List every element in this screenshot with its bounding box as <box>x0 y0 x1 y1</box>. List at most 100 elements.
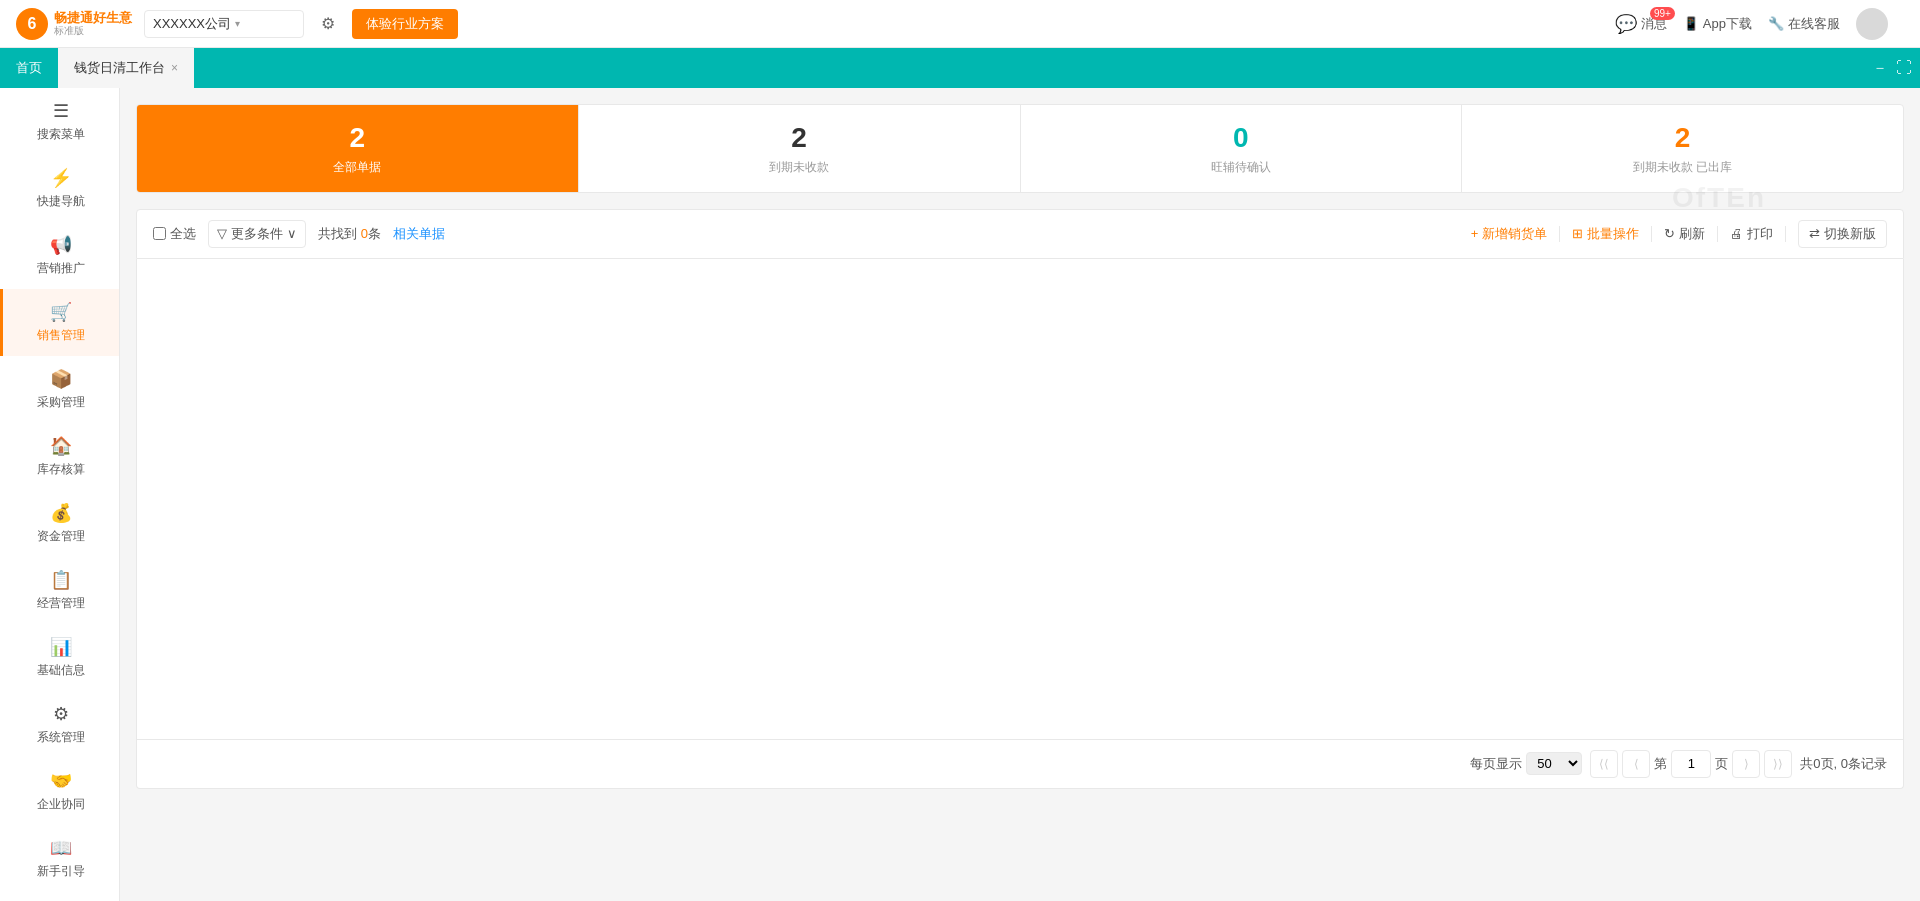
experience-button[interactable]: 体验行业方案 <box>352 9 458 39</box>
tab-workbench[interactable]: 钱货日清工作台 × <box>58 48 194 88</box>
more-filter-button[interactable]: ▽ 更多条件 ∨ <box>208 220 306 248</box>
stat-wangfu-number: 0 <box>1041 121 1442 155</box>
company-selector[interactable]: XXXXXX公司 ▾ <box>144 10 304 38</box>
stat-card-shipped[interactable]: 2 到期未收款 已出库 <box>1462 105 1903 192</box>
page-size-select[interactable]: 20 50 100 <box>1526 752 1582 775</box>
toolbar: 全选 ▽ 更多条件 ∨ 共找到 0条 相关单据 + 新增销货单 ⊞ 批量操作 ↻… <box>136 209 1904 259</box>
stat-overdue-number: 2 <box>599 121 1000 155</box>
sidebar-item-guide-label: 新手引导 <box>37 863 85 880</box>
sidebar-item-enterprise[interactable]: 🤝 企业协同 <box>0 758 119 825</box>
sidebar-item-operations[interactable]: 📋 经营管理 <box>0 557 119 624</box>
stat-wangfu-label: 旺辅待确认 <box>1041 159 1442 176</box>
toolbar-right: + 新增销货单 ⊞ 批量操作 ↻ 刷新 🖨 打印 ⇄ 切换新版 <box>1471 220 1887 248</box>
sidebar-item-basic-info-label: 基础信息 <box>37 662 85 679</box>
company-name: XXXXXX公司 <box>153 15 231 33</box>
operations-icon: 📋 <box>50 569 72 591</box>
first-page-button[interactable]: ⟨⟨ <box>1590 750 1618 778</box>
filter-dropdown-icon: ∨ <box>287 226 297 241</box>
minimize-icon[interactable]: － <box>1872 58 1888 79</box>
sidebar-item-inventory-label: 库存核算 <box>37 461 85 478</box>
maximize-icon[interactable]: ⛶ <box>1896 59 1912 77</box>
sidebar-item-guide[interactable]: 📖 新手引导 <box>0 825 119 892</box>
add-button[interactable]: + 新增销货单 <box>1471 225 1547 243</box>
inventory-icon: 🏠 <box>50 435 72 457</box>
online-service-button[interactable]: 🔧 在线客服 <box>1768 15 1840 33</box>
sales-icon: 🛒 <box>50 301 72 323</box>
nav-tabs-actions: － ⛶ <box>1872 58 1920 79</box>
system-icon: ⚙ <box>53 703 69 725</box>
refresh-icon: ↻ <box>1664 226 1675 241</box>
prev-page-button[interactable]: ⟨ <box>1622 750 1650 778</box>
search-icon: ☰ <box>53 100 69 122</box>
stat-card-wangfu[interactable]: 0 旺辅待确认 <box>1021 105 1463 192</box>
settings-button[interactable]: ⚙ <box>312 8 344 40</box>
refresh-label: 刷新 <box>1679 225 1705 243</box>
sidebar-item-finance-label: 资金管理 <box>37 528 85 545</box>
sidebar-item-purchase-label: 采购管理 <box>37 394 85 411</box>
refresh-button[interactable]: ↻ 刷新 <box>1664 225 1705 243</box>
page-input[interactable] <box>1671 750 1711 778</box>
batch-icon: ⊞ <box>1572 226 1583 241</box>
sidebar-item-inventory[interactable]: 🏠 库存核算 <box>0 423 119 490</box>
next-page-button[interactable]: ⟩ <box>1732 750 1760 778</box>
batch-label: 批量操作 <box>1587 225 1639 243</box>
page-suffix: 页 <box>1715 755 1728 773</box>
notification-button[interactable]: 💬 消息 99+ <box>1615 13 1667 35</box>
divider-1 <box>1559 226 1560 242</box>
total-info: 共0页, 0条记录 <box>1800 755 1887 773</box>
app-download-icon: 📱 <box>1683 16 1699 31</box>
batch-button[interactable]: ⊞ 批量操作 <box>1572 225 1639 243</box>
basic-info-icon: 📊 <box>50 636 72 658</box>
brand-main: 畅捷通好生意 <box>54 10 132 26</box>
top-bar-left: 6 畅捷通好生意 标准版 XXXXXX公司 ▾ ⚙ 体验行业方案 <box>16 8 458 40</box>
sidebar-item-finance[interactable]: 💰 资金管理 <box>0 490 119 557</box>
sidebar-item-basic-info[interactable]: 📊 基础信息 <box>0 624 119 691</box>
sidebar-item-enterprise-label: 企业协同 <box>37 796 85 813</box>
divider-3 <box>1717 226 1718 242</box>
page-nav: ⟨⟨ ⟨ 第 页 ⟩ ⟩⟩ <box>1590 750 1792 778</box>
related-link[interactable]: 相关单据 <box>393 225 445 243</box>
select-all-checkbox[interactable]: 全选 <box>153 225 196 243</box>
notification-badge: 99+ <box>1650 7 1675 20</box>
sidebar-item-quick-nav[interactable]: ⚡ 快捷导航 <box>0 155 119 222</box>
nav-tabs: 首页 钱货日清工作台 × － ⛶ <box>0 48 1920 88</box>
online-service-icon: 🔧 <box>1768 16 1784 31</box>
stat-shipped-number: 2 <box>1482 121 1883 155</box>
logo-area: 6 畅捷通好生意 标准版 <box>16 8 136 40</box>
sidebar-item-marketing-label: 营销推广 <box>37 260 85 277</box>
sidebar-item-operations-label: 经营管理 <box>37 595 85 612</box>
last-page-button[interactable]: ⟩⟩ <box>1764 750 1792 778</box>
notification-icon: 💬 <box>1615 13 1637 35</box>
sidebar-item-sales[interactable]: 🛒 销售管理 <box>0 289 119 356</box>
sidebar-item-sales-label: 销售管理 <box>37 327 85 344</box>
sidebar-item-appstore[interactable]: 📱 应用中心 <box>0 892 119 901</box>
select-all-input[interactable] <box>153 227 166 240</box>
switch-version-button[interactable]: ⇄ 切换新版 <box>1798 220 1887 248</box>
main-content: 2 全部单据 2 到期未收款 0 旺辅待确认 2 到期未收款 已出库 全选 ▽ … <box>120 88 1920 901</box>
found-text: 共找到 0条 <box>318 225 381 243</box>
sidebar-item-search[interactable]: ☰ 搜索菜单 <box>0 88 119 155</box>
select-all-label: 全选 <box>170 225 196 243</box>
sidebar-item-purchase[interactable]: 📦 采购管理 <box>0 356 119 423</box>
close-tab-icon[interactable]: × <box>171 61 178 75</box>
app-download-button[interactable]: 📱 App下载 <box>1683 15 1752 33</box>
print-label: 打印 <box>1747 225 1773 243</box>
sidebar-item-quick-nav-label: 快捷导航 <box>37 193 85 210</box>
divider-4 <box>1785 226 1786 242</box>
pagination: 每页显示 20 50 100 ⟨⟨ ⟨ 第 页 ⟩ ⟩⟩ 共0页, 0条记录 <box>136 740 1904 789</box>
print-icon: 🖨 <box>1730 226 1743 241</box>
sidebar-item-system[interactable]: ⚙ 系统管理 <box>0 691 119 758</box>
logo-icon: 6 <box>16 8 48 40</box>
toolbar-left: 全选 ▽ 更多条件 ∨ 共找到 0条 相关单据 <box>153 220 1459 248</box>
brand-sub: 标准版 <box>54 25 132 37</box>
sidebar-item-marketing[interactable]: 📢 营销推广 <box>0 222 119 289</box>
tab-home[interactable]: 首页 <box>0 48 58 88</box>
page-size-selector: 每页显示 20 50 100 <box>1470 752 1582 775</box>
print-button[interactable]: 🖨 打印 <box>1730 225 1773 243</box>
stat-overdue-label: 到期未收款 <box>599 159 1000 176</box>
table-area <box>136 259 1904 740</box>
stat-card-all[interactable]: 2 全部单据 <box>137 105 579 192</box>
stat-all-label: 全部单据 <box>157 159 558 176</box>
stat-card-overdue[interactable]: 2 到期未收款 <box>579 105 1021 192</box>
user-avatar[interactable] <box>1856 8 1888 40</box>
